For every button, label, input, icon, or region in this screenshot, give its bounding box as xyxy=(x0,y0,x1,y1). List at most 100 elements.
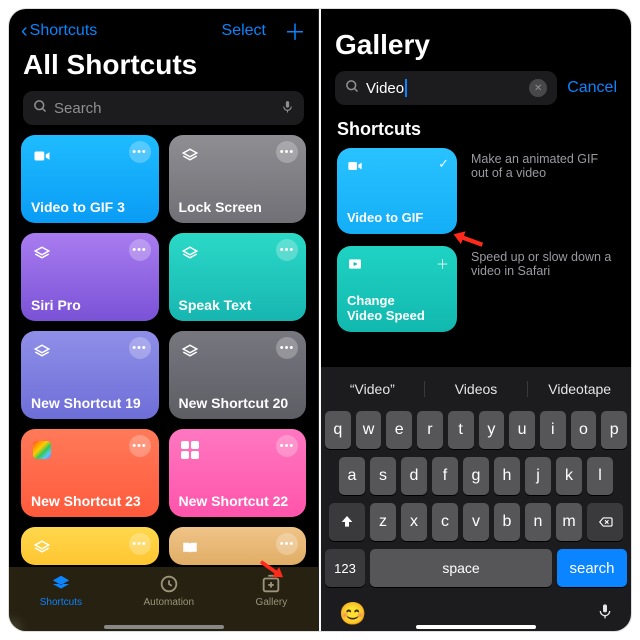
result-tile[interactable]: ✓ Video to GIF xyxy=(337,148,457,234)
search-key[interactable]: search xyxy=(557,549,627,587)
key-s[interactable]: s xyxy=(370,457,396,495)
key-l[interactable]: l xyxy=(587,457,613,495)
shortcut-tile[interactable]: ••• New Shortcut 20 xyxy=(169,331,307,419)
key-d[interactable]: d xyxy=(401,457,427,495)
search-result[interactable]: ＋ Change Video Speed Speed up or slow do… xyxy=(321,246,631,344)
back-button[interactable]: ‹ Shortcuts xyxy=(21,21,97,41)
more-icon[interactable]: ••• xyxy=(129,239,151,261)
video-icon xyxy=(347,158,363,178)
key-z[interactable]: z xyxy=(370,503,396,541)
shortcut-tile[interactable]: ••• New Shortcut 22 xyxy=(169,429,307,517)
key-k[interactable]: k xyxy=(556,457,582,495)
key-r[interactable]: r xyxy=(417,411,443,449)
color-swatch-icon xyxy=(31,439,53,461)
apps-grid-icon xyxy=(179,439,201,461)
plus-icon[interactable]: ＋ xyxy=(436,254,449,273)
home-indicator[interactable] xyxy=(104,625,224,629)
key-t[interactable]: t xyxy=(448,411,474,449)
key-p[interactable]: p xyxy=(601,411,627,449)
cancel-button[interactable]: Cancel xyxy=(567,79,617,97)
back-label: Shortcuts xyxy=(30,22,98,40)
shift-key[interactable] xyxy=(329,503,365,541)
key-w[interactable]: w xyxy=(356,411,382,449)
automation-tab-icon xyxy=(158,573,180,595)
shortcut-tile[interactable]: ••• Speak Text xyxy=(169,233,307,321)
search-input[interactable]: Search xyxy=(23,91,304,125)
shortcut-tile[interactable]: ••• xyxy=(21,527,159,565)
text-caret xyxy=(405,79,407,97)
search-value: Video xyxy=(366,80,404,97)
add-shortcut-button[interactable]: ＋ xyxy=(284,15,306,47)
chevron-left-icon: ‹ xyxy=(21,21,28,41)
more-icon[interactable]: ••• xyxy=(276,141,298,163)
suggestion[interactable]: Videotape xyxy=(528,381,631,397)
checkmark-icon: ✓ xyxy=(438,156,449,172)
key-g[interactable]: g xyxy=(463,457,489,495)
page-title: All Shortcuts xyxy=(9,49,318,87)
key-y[interactable]: y xyxy=(479,411,505,449)
key-i[interactable]: i xyxy=(540,411,566,449)
tile-label: New Shortcut 22 xyxy=(179,493,289,509)
key-m[interactable]: m xyxy=(556,503,582,541)
tab-shortcuts[interactable]: Shortcuts xyxy=(40,573,82,608)
tab-automation[interactable]: Automation xyxy=(143,573,194,608)
key-c[interactable]: c xyxy=(432,503,458,541)
home-indicator[interactable] xyxy=(416,625,536,629)
search-placeholder: Search xyxy=(54,100,281,117)
shortcut-tile[interactable]: ••• Video to GIF 3 xyxy=(21,135,159,223)
more-icon[interactable]: ••• xyxy=(276,239,298,261)
numbers-key[interactable]: 123 xyxy=(325,549,365,587)
shortcut-tile[interactable]: ••• New Shortcut 23 xyxy=(21,429,159,517)
search-icon xyxy=(345,79,360,98)
suggestion[interactable]: Videos xyxy=(425,381,529,397)
key-u[interactable]: u xyxy=(509,411,535,449)
key-x[interactable]: x xyxy=(401,503,427,541)
key-a[interactable]: a xyxy=(339,457,365,495)
mic-icon[interactable] xyxy=(281,98,294,119)
clear-icon[interactable]: ✕ xyxy=(529,79,547,97)
key-row: 123 space search xyxy=(321,545,631,591)
emoji-key[interactable]: 😊 xyxy=(339,601,366,627)
select-button[interactable]: Select xyxy=(222,22,266,40)
nav-bar: ‹ Shortcuts Select ＋ xyxy=(9,9,318,49)
key-e[interactable]: e xyxy=(386,411,412,449)
shortcut-tile[interactable]: ••• xyxy=(169,527,307,565)
shortcut-tile[interactable]: ••• New Shortcut 19 xyxy=(21,331,159,419)
key-b[interactable]: b xyxy=(494,503,520,541)
shortcuts-tab-icon xyxy=(50,573,72,595)
key-h[interactable]: h xyxy=(494,457,520,495)
result-tile[interactable]: ＋ Change Video Speed xyxy=(337,246,457,332)
key-n[interactable]: n xyxy=(525,503,551,541)
suggestion[interactable]: “Video” xyxy=(321,381,425,397)
space-key[interactable]: space xyxy=(370,549,552,587)
more-icon[interactable]: ••• xyxy=(129,337,151,359)
section-header: Shortcuts xyxy=(321,115,631,148)
shortcut-tile[interactable]: ••• Siri Pro xyxy=(21,233,159,321)
key-row: z x c v b n m xyxy=(321,499,631,545)
more-icon[interactable]: ••• xyxy=(276,533,298,555)
shortcut-tile[interactable]: ••• Lock Screen xyxy=(169,135,307,223)
dictation-key[interactable] xyxy=(597,600,613,628)
more-icon[interactable]: ••• xyxy=(129,435,151,457)
key-j[interactable]: j xyxy=(525,457,551,495)
tile-label: New Shortcut 23 xyxy=(31,493,141,509)
tile-label: New Shortcut 20 xyxy=(179,395,289,411)
layers-icon xyxy=(179,243,201,265)
more-icon[interactable]: ••• xyxy=(276,337,298,359)
key-o[interactable]: o xyxy=(571,411,597,449)
more-icon[interactable]: ••• xyxy=(129,141,151,163)
suggestion-bar: “Video” Videos Videotape xyxy=(321,371,631,407)
layers-icon xyxy=(179,145,201,167)
video-icon xyxy=(31,145,53,167)
key-v[interactable]: v xyxy=(463,503,489,541)
tile-label: Siri Pro xyxy=(31,297,81,313)
key-f[interactable]: f xyxy=(432,457,458,495)
search-result[interactable]: ✓ Video to GIF Make an animated GIF out … xyxy=(321,148,631,246)
search-input[interactable]: Video ✕ xyxy=(335,71,557,105)
tile-label: New Shortcut 19 xyxy=(31,395,141,411)
more-icon[interactable]: ••• xyxy=(276,435,298,457)
layers-icon xyxy=(31,341,53,363)
backspace-key[interactable] xyxy=(587,503,623,541)
key-q[interactable]: q xyxy=(325,411,351,449)
more-icon[interactable]: ••• xyxy=(129,533,151,555)
